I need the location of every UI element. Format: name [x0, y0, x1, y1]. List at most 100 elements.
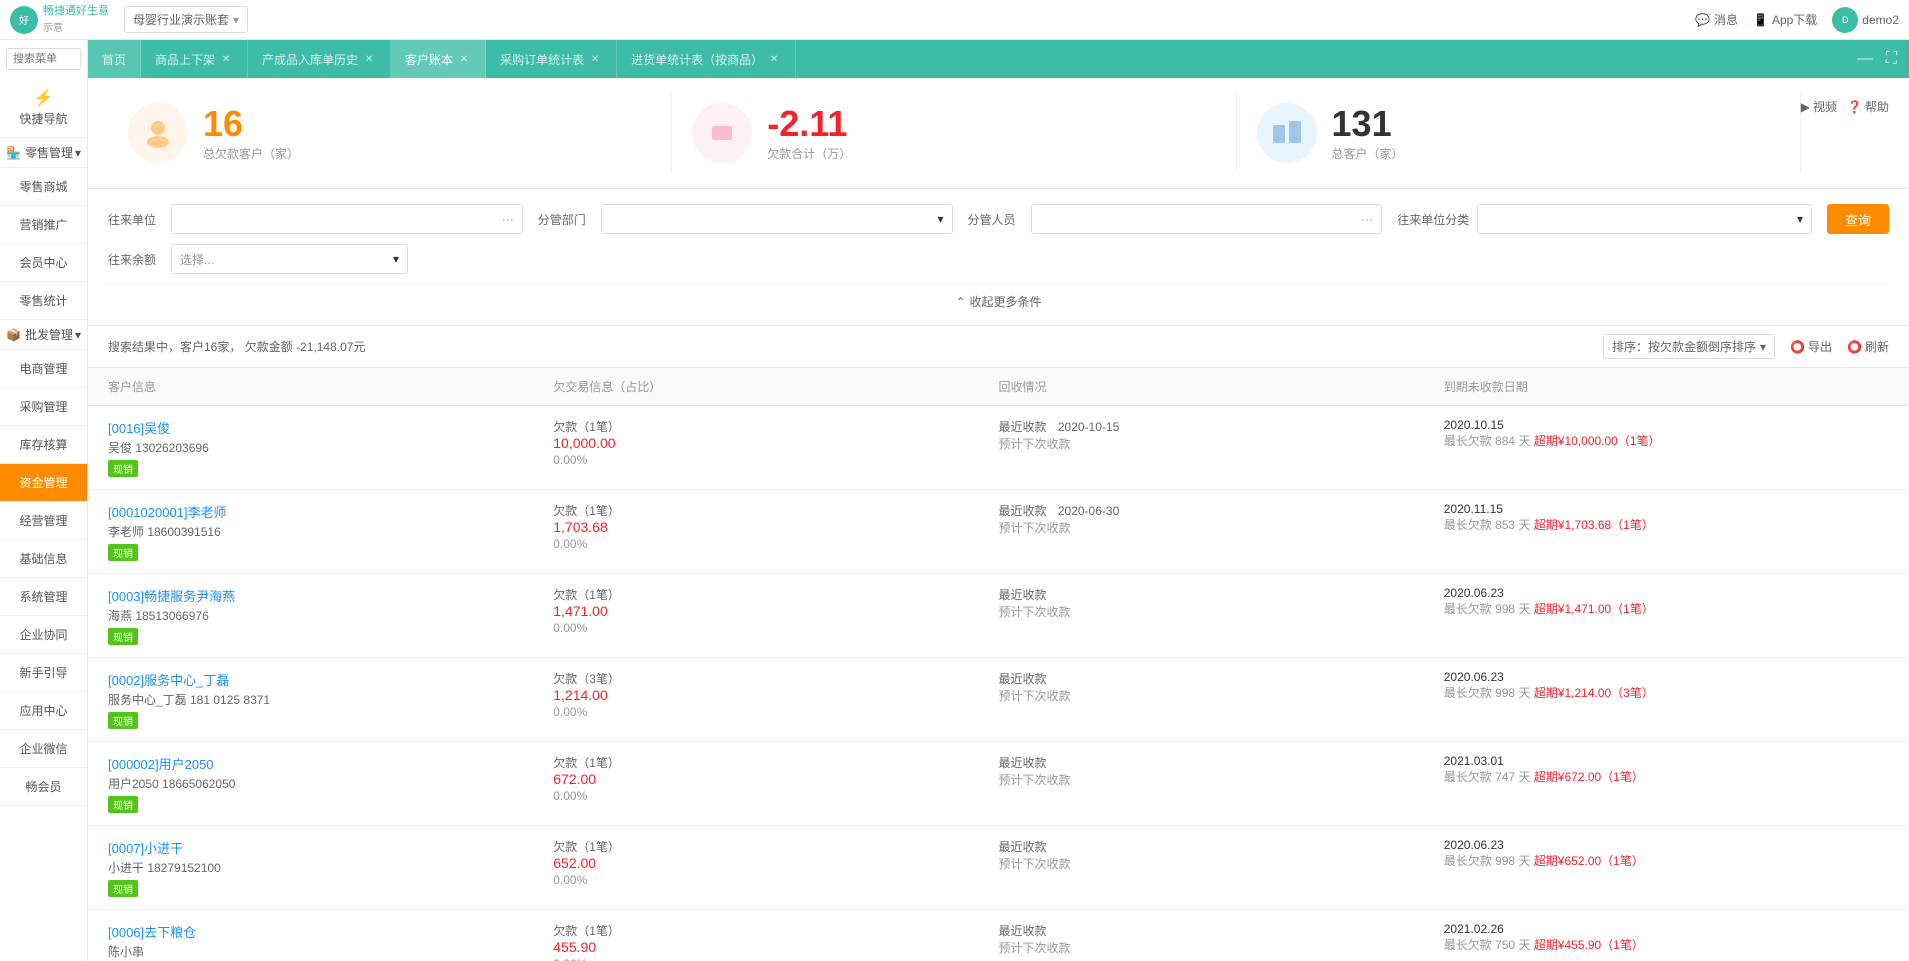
- unit-category-select[interactable]: ▾: [1477, 204, 1812, 234]
- sidebar-item-retail-mgmt[interactable]: 🏪 零售管理 ▾: [0, 138, 87, 168]
- sidebar-item-enterprise-collab[interactable]: 企业协同: [0, 616, 87, 654]
- sidebar-item-batch-mgmt[interactable]: 📦 批发管理 ▾: [0, 320, 87, 350]
- tab-purchase-order-summary[interactable]: 采购订单统计表 ✕: [486, 40, 617, 78]
- tab-customer-account-close[interactable]: ✕: [457, 52, 471, 66]
- sort-selector[interactable]: 排序：按欠款金额倒序排序 ▾: [1603, 334, 1775, 359]
- sidebar-item-label: 库存核算: [6, 436, 81, 453]
- debt-count-2: 欠款（1笔）: [553, 502, 998, 519]
- table-row: [0016]吴俊 吴俊 13026203696 现销 欠款（1笔） 10,000…: [88, 406, 1909, 490]
- due-date-5: 2021.03.01: [1444, 754, 1889, 768]
- app-download-button[interactable]: 📱 App下载: [1753, 11, 1817, 28]
- table-row-5: [000002]用户2050 用户2050 18665062050 现销 欠款（…: [88, 742, 1909, 825]
- customer-name-6[interactable]: [0007]小进干: [108, 841, 183, 856]
- tab-purchase-summary[interactable]: 进货单统计表（按商品） ✕: [617, 40, 796, 78]
- tab-minimize-icon[interactable]: —: [1853, 46, 1877, 72]
- sidebar-item-purchase[interactable]: 采购管理: [0, 388, 87, 426]
- dept-select[interactable]: ▾: [601, 204, 953, 234]
- overdue-days-2: 最长欠款 853 天: [1444, 518, 1531, 532]
- overdue-amount-3[interactable]: 超期¥1,471.00（1笔）: [1534, 602, 1654, 616]
- next-payment-6: 预计下次收款: [999, 855, 1444, 872]
- customer-contact-5: 用户2050 18665062050: [108, 775, 553, 792]
- customer-name-3[interactable]: [0003]畅捷服务尹海燕: [108, 589, 235, 604]
- overdue-amount-7[interactable]: 超期¥455.90（1笔）: [1534, 938, 1644, 952]
- overdue-info-6: 最长欠款 998 天 超期¥652.00（1笔）: [1444, 852, 1889, 869]
- customer-name-7[interactable]: [0006]去下粮仓: [108, 925, 196, 940]
- filter-row-1: 往来单位 ··· 分管部门 ▾: [108, 204, 1889, 234]
- collection-cell-6: 最近收款 预计下次收款: [999, 838, 1444, 872]
- help-button[interactable]: ❓ 帮助: [1847, 98, 1889, 115]
- sidebar-item-new-guide[interactable]: 新手引导: [0, 654, 87, 692]
- sidebar-item-enterprise-wechat[interactable]: 企业微信: [0, 730, 87, 768]
- due-date-7: 2021.02.26: [1444, 922, 1889, 936]
- customer-name-4[interactable]: [0002]服务中心_丁磊: [108, 673, 229, 688]
- collection-label-5: 最近收款: [999, 754, 1444, 771]
- tab-product-status-label: 商品上下架: [155, 51, 215, 68]
- refresh-button[interactable]: ⭕ 刷新: [1847, 338, 1889, 355]
- sidebar-item-finance[interactable]: 资金管理: [0, 464, 87, 502]
- table-row-6: [0007]小进干 小进干 18279152100 现销 欠款（1笔） 652.…: [88, 826, 1909, 909]
- sidebar-item-marketing[interactable]: 营销推广: [0, 206, 87, 244]
- tab-expand-icon[interactable]: ⛶: [1882, 46, 1901, 72]
- export-button[interactable]: ⭕ 导出: [1790, 338, 1832, 355]
- overdue-amount-4[interactable]: 超期¥1,214.00（3笔）: [1534, 686, 1654, 700]
- user-button[interactable]: D demo2: [1832, 7, 1899, 33]
- sidebar-search-input[interactable]: [6, 48, 81, 70]
- sidebar-item-system[interactable]: 系统管理: [0, 578, 87, 616]
- from-unit-input[interactable]: ···: [171, 204, 523, 234]
- sidebar-item-app-center[interactable]: 应用中心: [0, 692, 87, 730]
- sidebar-item-label: 零售统计: [6, 292, 81, 309]
- customer-name-2[interactable]: [0001020001]李老师: [108, 505, 227, 520]
- total-customers-label: 总客户（家）: [1332, 145, 1404, 162]
- retail-mgmt-icon: 🏪: [6, 146, 21, 160]
- debt-info-cell-3: 欠款（1笔） 1,471.00 0.00%: [553, 586, 998, 635]
- sidebar-item-retail-mall[interactable]: 零售商城: [0, 168, 87, 206]
- customer-tag-4: 现销: [108, 712, 138, 729]
- tab-purchase-order-summary-close[interactable]: ✕: [588, 52, 602, 66]
- tab-purchase-summary-close[interactable]: ✕: [767, 52, 781, 66]
- from-unit-ellipsis[interactable]: ···: [502, 212, 514, 226]
- overdue-amount-1[interactable]: 超期¥10,000.00（1笔）: [1534, 434, 1661, 448]
- table-row: [000002]用户2050 用户2050 18665062050 现销 欠款（…: [88, 742, 1909, 826]
- sidebar-item-basic-info[interactable]: 基础信息: [0, 540, 87, 578]
- manager-input[interactable]: ···: [1031, 204, 1383, 234]
- collapse-button[interactable]: ⌃ 收起更多条件: [108, 284, 1889, 315]
- tab-customer-account[interactable]: 客户账本 ✕: [391, 40, 486, 78]
- recent-payment-label-4: 最近收款: [999, 672, 1047, 686]
- overdue-amount-6[interactable]: 超期¥652.00（1笔）: [1534, 854, 1644, 868]
- query-button[interactable]: 查询: [1827, 204, 1889, 234]
- unit-category-chevron: ▾: [1797, 212, 1803, 226]
- customer-name-5[interactable]: [000002]用户2050: [108, 757, 214, 772]
- overdue-amount-5[interactable]: 超期¥672.00（1笔）: [1534, 770, 1644, 784]
- main-area: ⚡ 快捷导航 🏪 零售管理 ▾ 零售商城 营销推广 会员中心 零售统计: [0, 40, 1909, 961]
- table-row-2: [0001020001]李老师 李老师 18600391516 现销 欠款（1笔…: [88, 490, 1909, 573]
- customer-info-cell-7: [0006]去下粮仓 陈小串 现销: [108, 922, 553, 961]
- export-icon: ⭕: [1790, 340, 1805, 354]
- header-customer-info: 客户信息: [108, 378, 553, 395]
- tab-production-history-close[interactable]: ✕: [362, 52, 376, 66]
- tab-home[interactable]: 首页: [88, 40, 141, 78]
- manager-ellipsis[interactable]: ···: [1361, 212, 1373, 226]
- tab-production-history[interactable]: 产成品入库单历史 ✕: [248, 40, 391, 78]
- sidebar-item-operation[interactable]: 经营管理: [0, 502, 87, 540]
- sidebar-item-vip-member[interactable]: 畅会员: [0, 768, 87, 806]
- store-selector[interactable]: 母婴行业演示账套 ▾: [124, 6, 248, 33]
- sidebar-item-quick-nav[interactable]: ⚡ 快捷导航: [0, 78, 87, 138]
- video-help-button[interactable]: ▶ 视频: [1801, 98, 1837, 115]
- overdue-amount-2[interactable]: 超期¥1,703.68（1笔）: [1534, 518, 1654, 532]
- quick-nav-icon: ⚡: [6, 88, 81, 108]
- summary-info-total-customers: 131 总客户（家）: [1332, 104, 1404, 163]
- tab-product-status[interactable]: 商品上下架 ✕: [141, 40, 248, 78]
- sidebar-item-ecommerce[interactable]: 电商管理: [0, 350, 87, 388]
- message-button[interactable]: 💬 消息: [1695, 11, 1738, 28]
- balance-select[interactable]: 选择... ▾: [171, 244, 408, 274]
- sidebar-item-member[interactable]: 会员中心: [0, 244, 87, 282]
- collection-cell-2: 最近收款 2020-06-30 预计下次收款: [999, 502, 1444, 536]
- overdue-info-1: 最长欠款 884 天 超期¥10,000.00（1笔）: [1444, 432, 1889, 449]
- message-label: 消息: [1714, 11, 1738, 28]
- tab-product-status-close[interactable]: ✕: [219, 52, 233, 66]
- customer-name-1[interactable]: [0016]吴俊: [108, 421, 170, 436]
- sidebar-item-label: 新手引导: [6, 664, 81, 681]
- table-row-7: [0006]去下粮仓 陈小串 现销 欠款（1笔） 455.90 0.00%: [88, 910, 1909, 961]
- sidebar-item-inventory[interactable]: 库存核算: [0, 426, 87, 464]
- sidebar-item-retail-stats[interactable]: 零售统计: [0, 282, 87, 320]
